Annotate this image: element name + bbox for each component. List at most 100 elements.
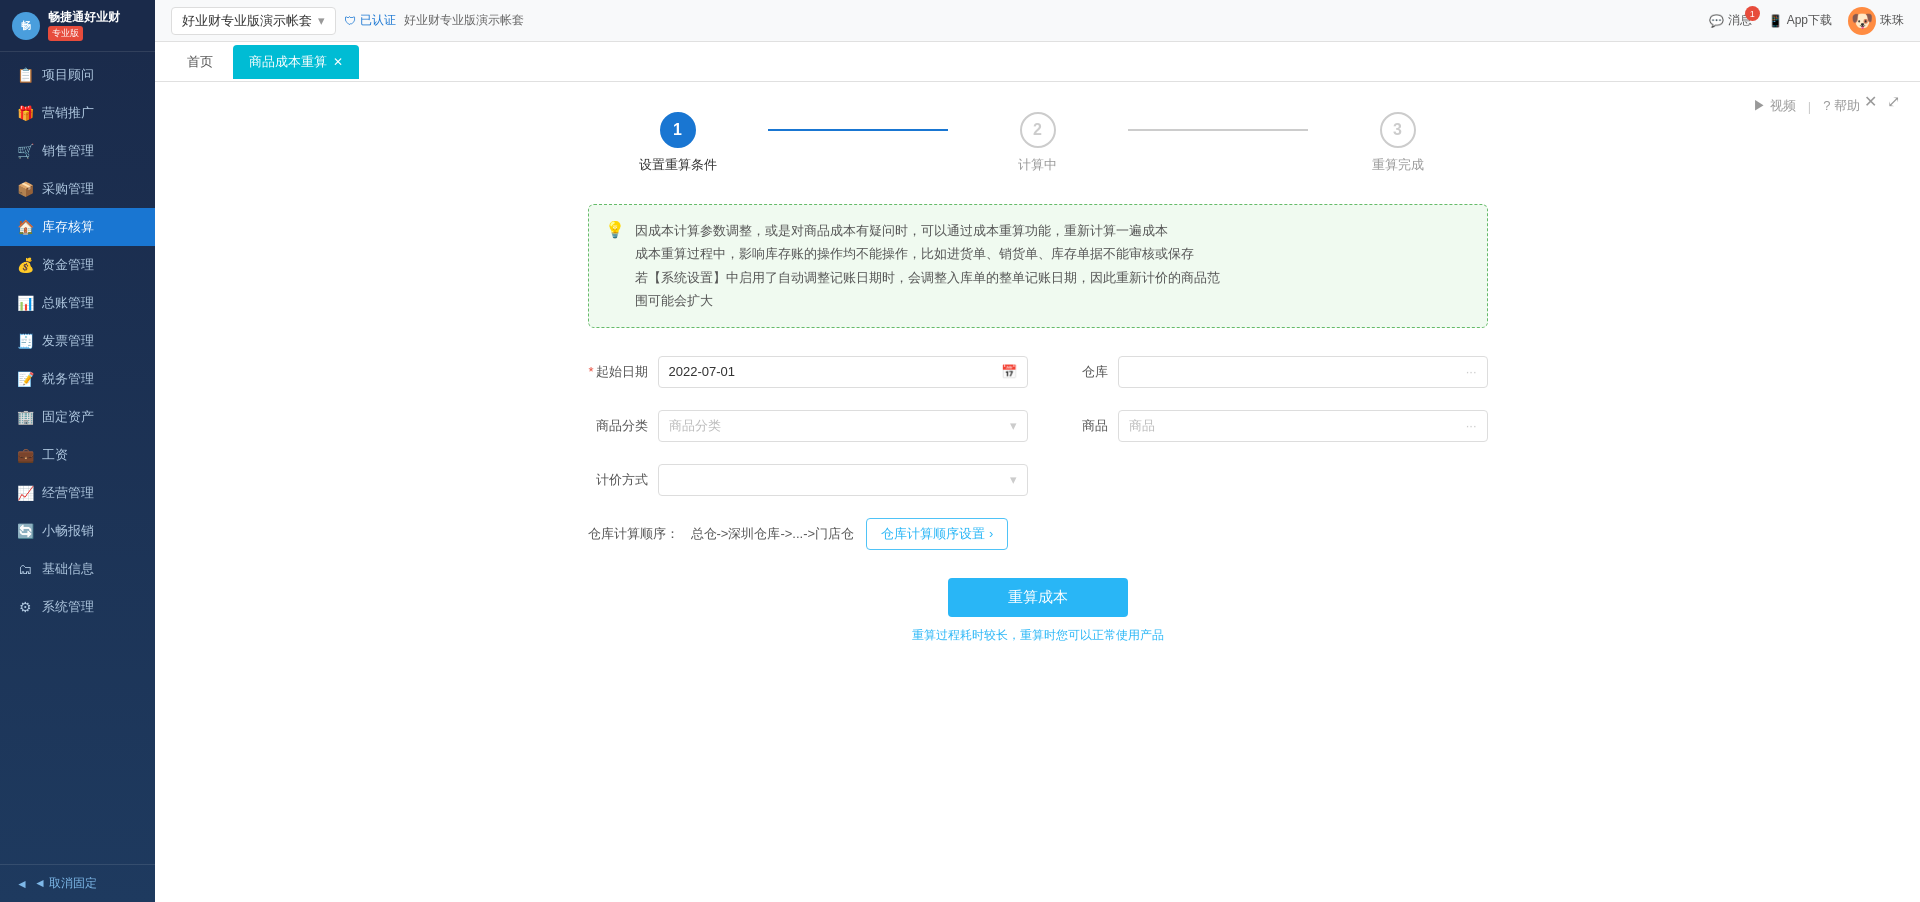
sidebar-item-label: 工资 <box>42 446 68 464</box>
basic-icon: 🗂 <box>16 561 34 577</box>
start-date-label: 起始日期 <box>588 363 648 381</box>
help-link[interactable]: ? 帮助 <box>1823 97 1860 115</box>
sidebar-item-finance[interactable]: 💰 资金管理 <box>0 246 155 284</box>
expense-icon: 🔄 <box>16 523 34 539</box>
main-area: 好业财专业版演示帐套 ▾ 🛡 已认证 好业财专业版演示帐套 💬 消息 1 📱 A… <box>155 0 1920 902</box>
sidebar-item-purchase[interactable]: 📦 采购管理 <box>0 170 155 208</box>
sidebar-header: 畅 畅捷通好业财 专业版 <box>0 0 155 52</box>
account-selector[interactable]: 好业财专业版演示帐套 ▾ <box>171 7 336 35</box>
step-2: 2 计算中 <box>948 112 1128 174</box>
sidebar-item-operations[interactable]: 📈 经营管理 <box>0 474 155 512</box>
sidebar-pin-toggle[interactable]: ◄ ◄ 取消固定 <box>0 864 155 902</box>
accounting-icon: 📊 <box>16 295 34 311</box>
goods-input[interactable]: 商品 ··· <box>1118 410 1488 442</box>
sidebar-item-label: 税务管理 <box>42 370 94 388</box>
sidebar-item-label: 发票管理 <box>42 332 94 350</box>
sidebar-item-accounting[interactable]: 📊 总账管理 <box>0 284 155 322</box>
warehouse-field: 仓库 ··· <box>1048 356 1488 388</box>
topbar: 好业财专业版演示帐套 ▾ 🛡 已认证 好业财专业版演示帐套 💬 消息 1 📱 A… <box>155 0 1920 42</box>
sidebar-app-name: 畅捷通好业财 <box>48 10 120 24</box>
system-icon: ⚙ <box>16 599 34 615</box>
topbar-right: 💬 消息 1 📱 App下载 🐶 珠珠 <box>1709 7 1904 35</box>
app-download-button[interactable]: 📱 App下载 <box>1768 12 1832 29</box>
warehouse-order-row: 仓库计算顺序： 总仓->深圳仓库->...->门店仓 仓库计算顺序设置 › <box>588 518 1488 550</box>
chevron-down-icon: ▾ <box>1010 472 1017 487</box>
pin-label: ◄ 取消固定 <box>34 875 97 892</box>
sidebar-nav: 📋 项目顾问 🎁 营销推广 🛒 销售管理 📦 采购管理 🏠 库存核算 💰 资金管… <box>0 52 155 864</box>
goods-label: 商品 <box>1048 417 1108 435</box>
warehouse-input[interactable]: ··· <box>1118 356 1488 388</box>
sidebar-item-system[interactable]: ⚙ 系统管理 <box>0 588 155 626</box>
steps-container: 1 设置重算条件 2 计算中 3 <box>588 112 1488 174</box>
messages-button[interactable]: 💬 消息 1 <box>1709 12 1752 29</box>
step-1: 1 设置重算条件 <box>588 112 768 174</box>
sidebar-item-label: 小畅报销 <box>42 522 94 540</box>
submit-area: 重算成本 重算过程耗时较长，重算时您可以正常使用产品 <box>588 578 1488 644</box>
sidebar-title-group: 畅捷通好业财 专业版 <box>48 10 120 41</box>
marketing-icon: 🎁 <box>16 105 34 121</box>
sidebar-item-basic[interactable]: 🗂 基础信息 <box>0 550 155 588</box>
chevron-right-icon: › <box>989 526 993 541</box>
steps-inner: 1 设置重算条件 2 计算中 3 <box>588 112 1488 174</box>
submit-label: 重算成本 <box>1008 588 1068 605</box>
sidebar-item-invoice[interactable]: 🧾 发票管理 <box>0 322 155 360</box>
shield-icon: 🛡 <box>344 14 356 28</box>
warehouse-order-label: 仓库计算顺序： <box>588 525 679 543</box>
window-controls: ✕ ⤢ <box>1864 92 1900 111</box>
category-field: 商品分类 商品分类 ▾ <box>588 410 1028 442</box>
sidebar-item-expense[interactable]: 🔄 小畅报销 <box>0 512 155 550</box>
sidebar-item-sales[interactable]: 🛒 销售管理 <box>0 132 155 170</box>
messages-badge: 1 <box>1745 6 1760 21</box>
sidebar-item-label: 固定资产 <box>42 408 94 426</box>
play-icon: ▶ <box>1753 98 1766 113</box>
sidebar-item-label: 项目顾问 <box>42 66 94 84</box>
category-placeholder: 商品分类 <box>669 417 721 435</box>
tabbar: 首页 商品成本重算 ✕ <box>155 42 1920 82</box>
sidebar-item-marketing[interactable]: 🎁 营销推广 <box>0 94 155 132</box>
payroll-icon: 💼 <box>16 447 34 463</box>
app-download-label: App下载 <box>1787 12 1832 29</box>
content-area: ✕ ⤢ ▶ 视频 | ? 帮助 1 设置重算条件 <box>155 82 1920 902</box>
sidebar-item-assets[interactable]: 🏢 固定资产 <box>0 398 155 436</box>
category-select[interactable]: 商品分类 ▾ <box>658 410 1028 442</box>
step-1-label: 设置重算条件 <box>639 156 717 174</box>
tab-cost-recalc[interactable]: 商品成本重算 ✕ <box>233 45 359 79</box>
question-icon: ? <box>1823 98 1830 113</box>
user-menu[interactable]: 🐶 珠珠 <box>1848 7 1904 35</box>
start-date-field: 起始日期 2022-07-01 📅 <box>588 356 1028 388</box>
sidebar-item-label: 销售管理 <box>42 142 94 160</box>
warehouse-label: 仓库 <box>1048 363 1108 381</box>
sidebar-item-label: 采购管理 <box>42 180 94 198</box>
video-link[interactable]: ▶ 视频 <box>1753 97 1796 115</box>
tab-close-icon[interactable]: ✕ <box>333 55 343 69</box>
chevron-down-icon: ▾ <box>1010 418 1017 433</box>
submit-hint: 重算过程耗时较长，重算时您可以正常使用产品 <box>588 627 1488 644</box>
start-date-value: 2022-07-01 <box>669 364 736 379</box>
submit-button[interactable]: 重算成本 <box>948 578 1128 617</box>
calendar-icon: 📅 <box>1001 364 1017 379</box>
purchase-icon: 📦 <box>16 181 34 197</box>
sales-icon: 🛒 <box>16 143 34 159</box>
pricing-label: 计价方式 <box>588 471 648 489</box>
sidebar-item-label: 总账管理 <box>42 294 94 312</box>
start-date-input[interactable]: 2022-07-01 📅 <box>658 356 1028 388</box>
step-2-label: 计算中 <box>1018 156 1057 174</box>
info-icon: 💡 <box>605 220 625 313</box>
sidebar-item-project[interactable]: 📋 项目顾问 <box>0 56 155 94</box>
step-3-label: 重算完成 <box>1372 156 1424 174</box>
expand-button[interactable]: ⤢ <box>1887 92 1900 111</box>
tab-home[interactable]: 首页 <box>171 45 229 79</box>
goods-field: 商品 商品 ··· <box>1048 410 1488 442</box>
warehouse-order-btn[interactable]: 仓库计算顺序设置 › <box>866 518 1008 550</box>
close-button[interactable]: ✕ <box>1864 92 1877 111</box>
pricing-select[interactable]: ▾ <box>658 464 1028 496</box>
avatar: 🐶 <box>1848 7 1876 35</box>
sidebar-item-tax[interactable]: 📝 税务管理 <box>0 360 155 398</box>
sidebar-item-payroll[interactable]: 💼 工资 <box>0 436 155 474</box>
sidebar-item-label: 库存核算 <box>42 218 94 236</box>
sidebar: 畅 畅捷通好业财 专业版 📋 项目顾问 🎁 营销推广 🛒 销售管理 📦 采购管理… <box>0 0 155 902</box>
chevron-down-icon: ▾ <box>318 13 325 28</box>
sidebar-item-inventory[interactable]: 🏠 库存核算 <box>0 208 155 246</box>
invoice-icon: 🧾 <box>16 333 34 349</box>
user-name: 珠珠 <box>1880 12 1904 29</box>
